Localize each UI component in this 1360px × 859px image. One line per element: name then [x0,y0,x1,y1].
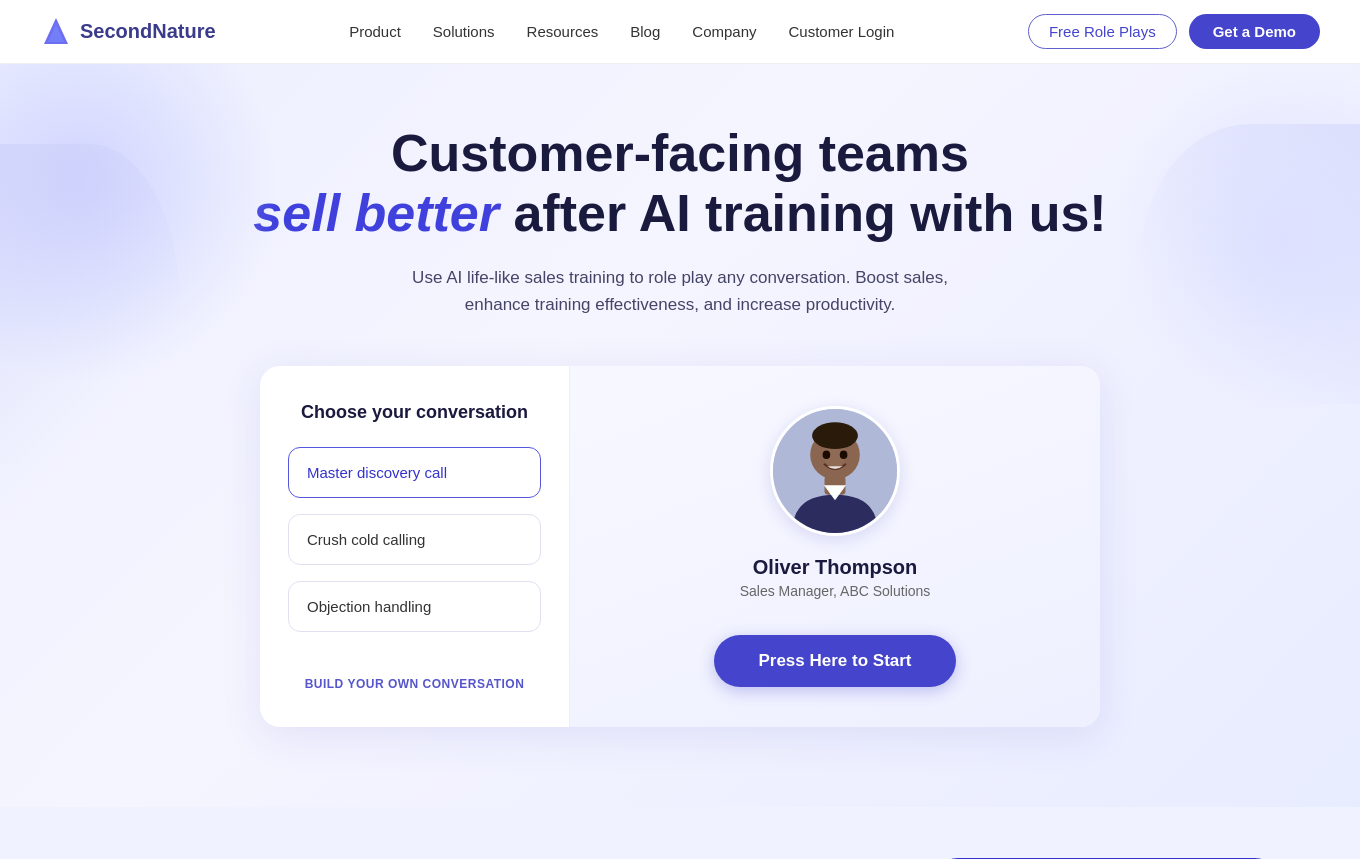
hero-title-line1: Customer-facing teams [40,124,1320,184]
logo-text: SecondNature [80,20,216,43]
hero-section: Customer-facing teams sell better after … [0,64,1360,807]
logo[interactable]: SecondNature [40,16,216,48]
hero-subtitle: Use AI life-like sales training to role … [380,264,980,318]
svg-point-8 [840,450,848,459]
option-discovery-call[interactable]: Master discovery call [288,447,541,498]
nav-customer-login[interactable]: Customer Login [789,23,895,40]
build-own-conversation-link[interactable]: BUILD YOUR OWN CONVERSATION [288,677,541,691]
start-button[interactable]: Press Here to Start [714,635,955,687]
bottom-section: World-class companies choose Second Natu… [0,807,1360,859]
card-right: Oliver Thompson Sales Manager, ABC Solut… [570,366,1100,727]
logo-icon [40,16,72,48]
hero-highlight: sell better [253,184,499,242]
hero-title-line2: sell better after AI training with us! [40,184,1320,244]
conversation-card: Choose your conversation Master discover… [260,366,1100,727]
navbar: SecondNature Product Solutions Resources… [0,0,1360,64]
person-role: Sales Manager, ABC Solutions [740,583,931,599]
nav-solutions[interactable]: Solutions [433,23,495,40]
nav-actions: Free Role Plays Get a Demo [1028,14,1320,49]
card-left: Choose your conversation Master discover… [260,366,570,727]
nav-product[interactable]: Product [349,23,401,40]
nav-blog[interactable]: Blog [630,23,660,40]
avatar-image [773,406,897,536]
nav-company[interactable]: Company [692,23,756,40]
free-role-plays-button[interactable]: Free Role Plays [1028,14,1177,49]
option-cold-calling[interactable]: Crush cold calling [288,514,541,565]
option-objection-handling[interactable]: Objection handling [288,581,541,632]
bottom-text: World-class companies choose Second Natu… [80,855,580,859]
nav-links: Product Solutions Resources Blog Company… [349,23,894,41]
svg-point-6 [812,422,858,449]
avatar [770,406,900,536]
person-name: Oliver Thompson [753,556,917,579]
svg-point-7 [823,450,831,459]
choose-label: Choose your conversation [288,402,541,423]
nav-resources[interactable]: Resources [527,23,599,40]
get-demo-button[interactable]: Get a Demo [1189,14,1320,49]
